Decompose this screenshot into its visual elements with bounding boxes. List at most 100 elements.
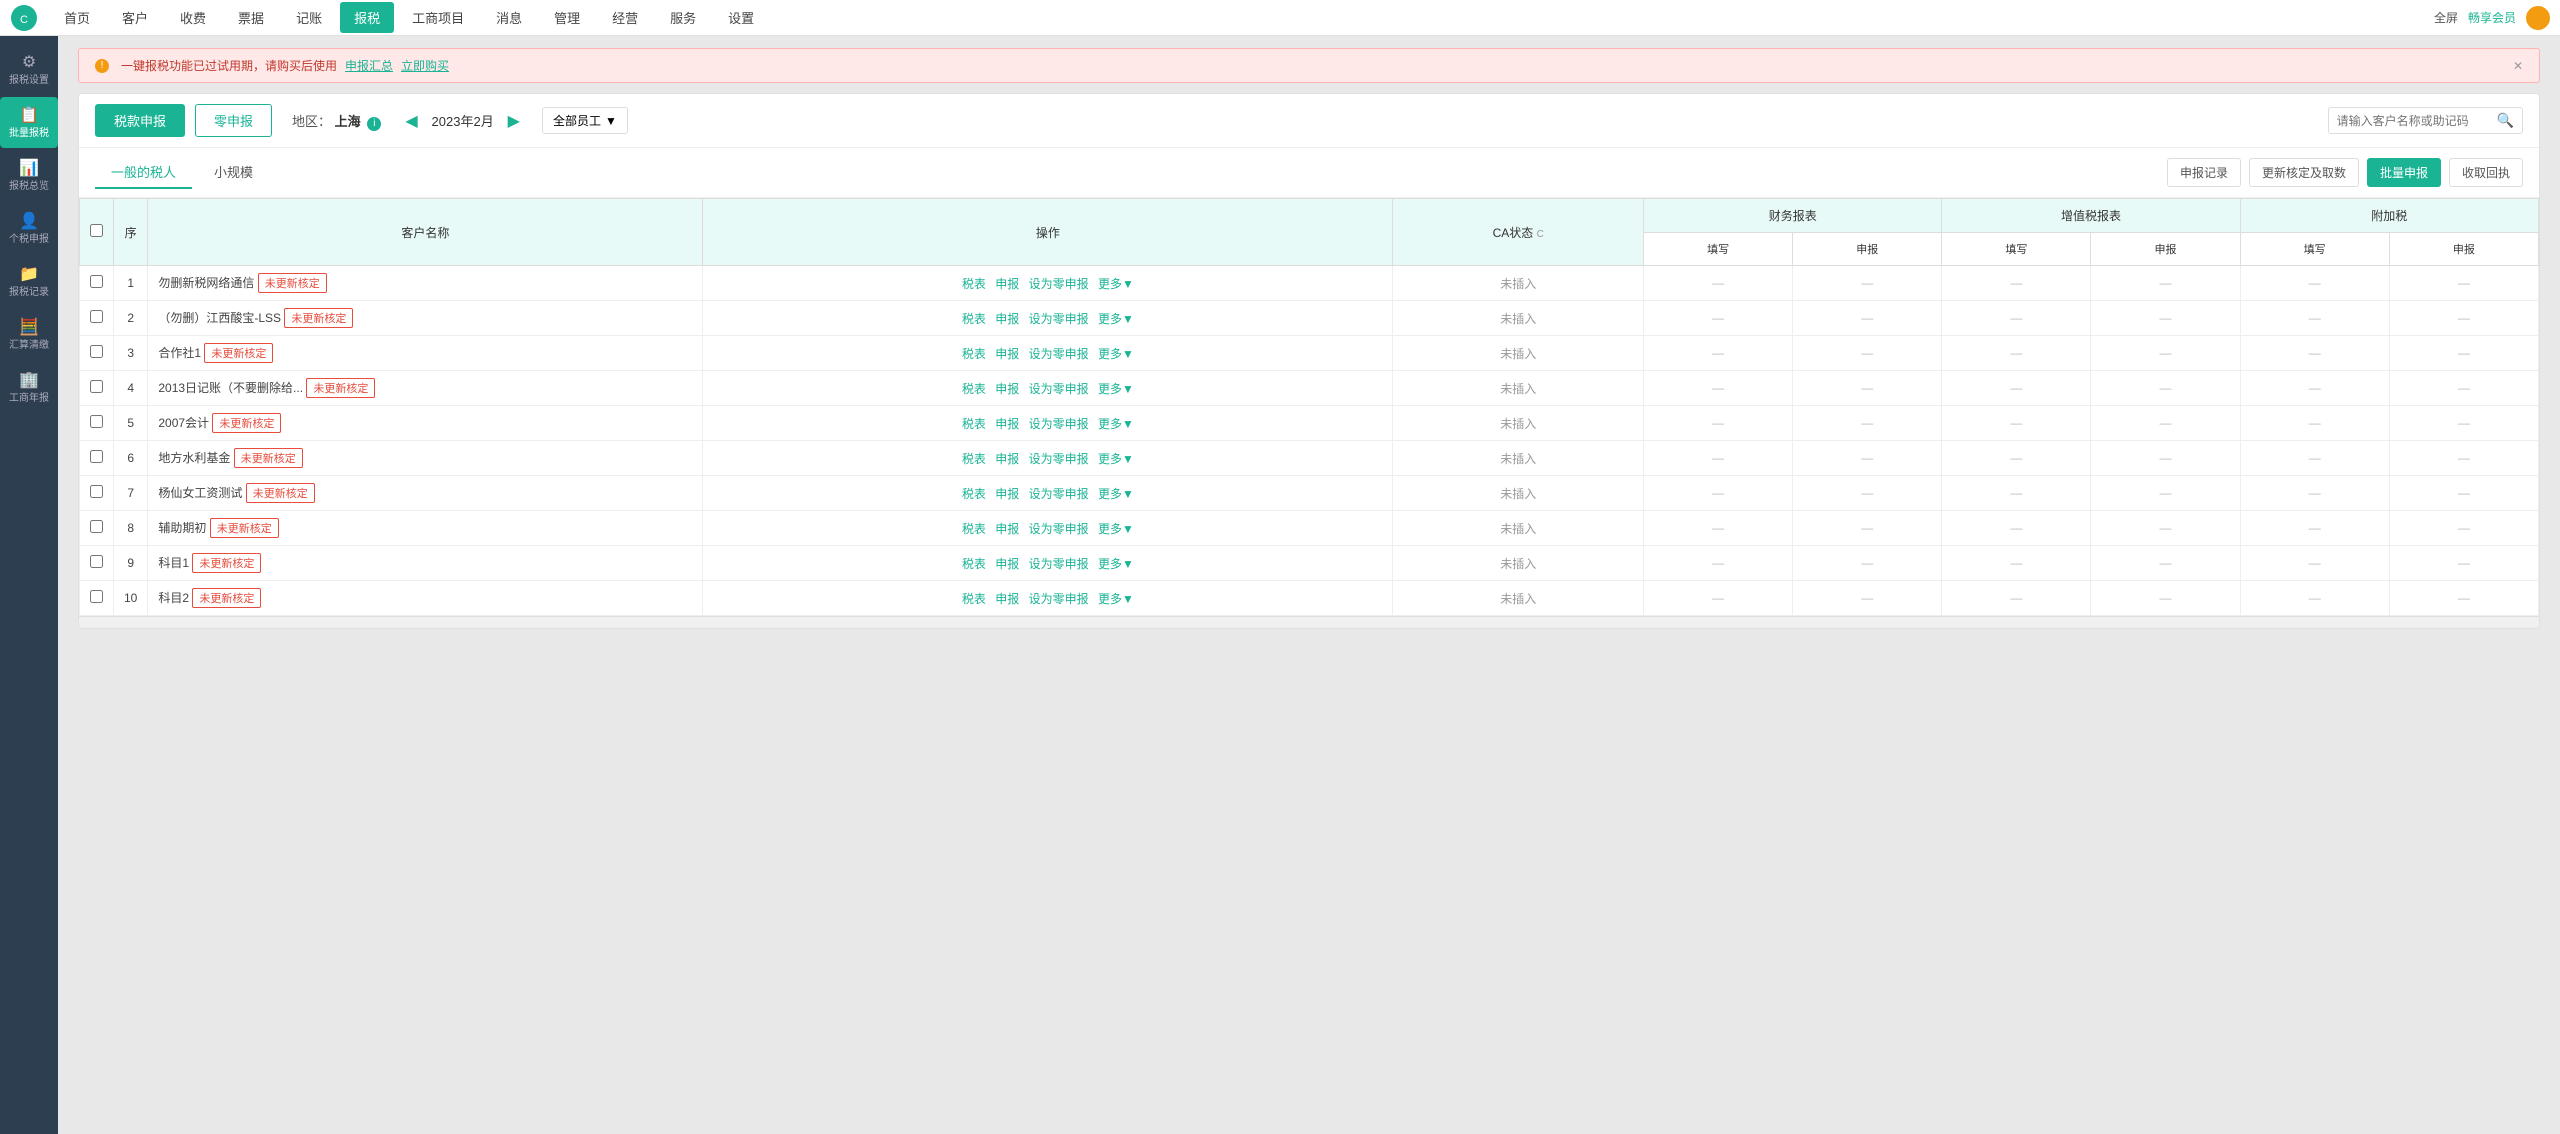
nav-item-message[interactable]: 消息 [482,2,536,33]
op-set-zero-3[interactable]: 设为零申报 [1029,382,1089,396]
sidebar-item-calc-clear[interactable]: 🧮 汇算清缴 [0,309,58,360]
op-declare-2[interactable]: 申报 [995,347,1019,361]
op-set-zero-5[interactable]: 设为零申报 [1029,452,1089,466]
op-more-3[interactable]: 更多▼ [1098,382,1134,396]
tab-small-taxpayer[interactable]: 小规模 [198,156,269,189]
nav-item-service[interactable]: 服务 [656,2,710,33]
tab-general-taxpayer[interactable]: 一般的税人 [95,156,192,189]
collect-return-button[interactable]: 收取回执 [2449,158,2523,187]
op-tax-table-4[interactable]: 税表 [962,417,986,431]
date-next-button[interactable]: ▶ [504,111,524,131]
op-declare-0[interactable]: 申报 [995,277,1019,291]
nav-item-biz-project[interactable]: 工商项目 [398,2,478,33]
op-more-1[interactable]: 更多▼ [1098,312,1134,326]
row-checkbox-5[interactable] [80,441,114,476]
nav-item-operation[interactable]: 经营 [598,2,652,33]
op-tax-table-5[interactable]: 税表 [962,452,986,466]
op-tax-table-9[interactable]: 税表 [962,592,986,606]
nav-item-tax[interactable]: 报税 [340,2,394,33]
upgrade-button[interactable]: 畅享会员 [2468,9,2516,26]
search-icon[interactable]: 🔍 [2497,112,2514,129]
op-set-zero-1[interactable]: 设为零申报 [1029,312,1089,326]
op-set-zero-0[interactable]: 设为零申报 [1029,277,1089,291]
app-logo[interactable]: C [10,4,38,32]
declare-records-button[interactable]: 申报记录 [2167,158,2241,187]
op-more-5[interactable]: 更多▼ [1098,452,1134,466]
op-more-7[interactable]: 更多▼ [1098,522,1134,536]
op-tax-table-1[interactable]: 税表 [962,312,986,326]
row-checkbox-6[interactable] [80,476,114,511]
op-set-zero-8[interactable]: 设为零申报 [1029,557,1089,571]
region-label: 地区： 上海 i [292,111,381,131]
op-set-zero-9[interactable]: 设为零申报 [1029,592,1089,606]
op-tax-table-3[interactable]: 税表 [962,382,986,396]
sidebar-item-biz-annual[interactable]: 🏢 工商年报 [0,362,58,413]
notification-close[interactable]: ✕ [2513,59,2523,73]
op-declare-7[interactable]: 申报 [995,522,1019,536]
fullscreen-button[interactable]: 全屏 [2434,9,2458,26]
op-declare-3[interactable]: 申报 [995,382,1019,396]
op-tax-table-0[interactable]: 税表 [962,277,986,291]
op-tax-table-2[interactable]: 税表 [962,347,986,361]
op-more-8[interactable]: 更多▼ [1098,557,1134,571]
nav-item-bookkeeping[interactable]: 记账 [282,2,336,33]
horizontal-scrollbar[interactable] [79,616,2539,628]
row-checkbox-7[interactable] [80,511,114,546]
user-avatar[interactable] [2526,6,2550,30]
region-info-icon[interactable]: i [367,117,381,131]
update-quota-button[interactable]: 更新核定及取数 [2249,158,2359,187]
op-tax-table-6[interactable]: 税表 [962,487,986,501]
sidebar-item-personal-tax[interactable]: 👤 个税申报 [0,203,58,254]
row-vat-report-4: — [2091,406,2240,441]
op-more-6[interactable]: 更多▼ [1098,487,1134,501]
nav-item-billing[interactable]: 收费 [166,2,220,33]
date-prev-button[interactable]: ◀ [401,111,421,131]
row-checkbox-1[interactable] [80,301,114,336]
op-declare-9[interactable]: 申报 [995,592,1019,606]
staff-dropdown[interactable]: 全部员工 ▼ [542,107,628,134]
search-input[interactable] [2337,114,2497,128]
op-more-0[interactable]: 更多▼ [1098,277,1134,291]
op-set-zero-6[interactable]: 设为零申报 [1029,487,1089,501]
table-row: 3 合作社1 未更新核定 税表 申报 设为零申报 更多▼ 未插入 — — — —… [80,336,2539,371]
op-declare-4[interactable]: 申报 [995,417,1019,431]
row-checkbox-0[interactable] [80,266,114,301]
nav-item-invoice[interactable]: 票据 [224,2,278,33]
nav-item-settings[interactable]: 设置 [714,2,768,33]
sidebar-item-batch-tax[interactable]: 📋 批量报税 [0,97,58,148]
nav-item-home[interactable]: 首页 [50,2,104,33]
row-vat-fill-3: — [1942,371,2091,406]
op-set-zero-4[interactable]: 设为零申报 [1029,417,1089,431]
nav-item-management[interactable]: 管理 [540,2,594,33]
tab-tax-declare[interactable]: 税款申报 [95,104,185,137]
op-declare-1[interactable]: 申报 [995,312,1019,326]
row-checkbox-2[interactable] [80,336,114,371]
op-more-2[interactable]: 更多▼ [1098,347,1134,361]
row-vat-fill-8: — [1942,546,2091,581]
op-declare-8[interactable]: 申报 [995,557,1019,571]
op-set-zero-7[interactable]: 设为零申报 [1029,522,1089,536]
op-more-4[interactable]: 更多▼ [1098,417,1134,431]
row-checkbox-3[interactable] [80,371,114,406]
row-checkbox-4[interactable] [80,406,114,441]
notification-link-buy[interactable]: 立即购买 [401,57,449,74]
op-more-9[interactable]: 更多▼ [1098,592,1134,606]
op-tax-table-7[interactable]: 税表 [962,522,986,536]
row-checkbox-9[interactable] [80,581,114,616]
sidebar-item-tax-overview[interactable]: 📊 报税总览 [0,150,58,201]
date-navigator: ◀ 2023年2月 ▶ [401,111,524,131]
op-tax-table-8[interactable]: 税表 [962,557,986,571]
select-all-checkbox[interactable] [90,224,103,237]
row-checkbox-8[interactable] [80,546,114,581]
batch-declare-button[interactable]: 批量申报 [2367,158,2441,187]
nav-item-customer[interactable]: 客户 [108,2,162,33]
sidebar-item-tax-settings[interactable]: ⚙ 报税设置 [0,44,58,95]
op-declare-5[interactable]: 申报 [995,452,1019,466]
tab-zero-declare[interactable]: 零申报 [195,104,272,137]
notification-link-summary[interactable]: 申报汇总 [345,57,393,74]
row-num-4: 5 [114,406,148,441]
row-vat-fill-6: — [1942,476,2091,511]
op-set-zero-2[interactable]: 设为零申报 [1029,347,1089,361]
op-declare-6[interactable]: 申报 [995,487,1019,501]
sidebar-item-tax-records[interactable]: 📁 报税记录 [0,256,58,307]
